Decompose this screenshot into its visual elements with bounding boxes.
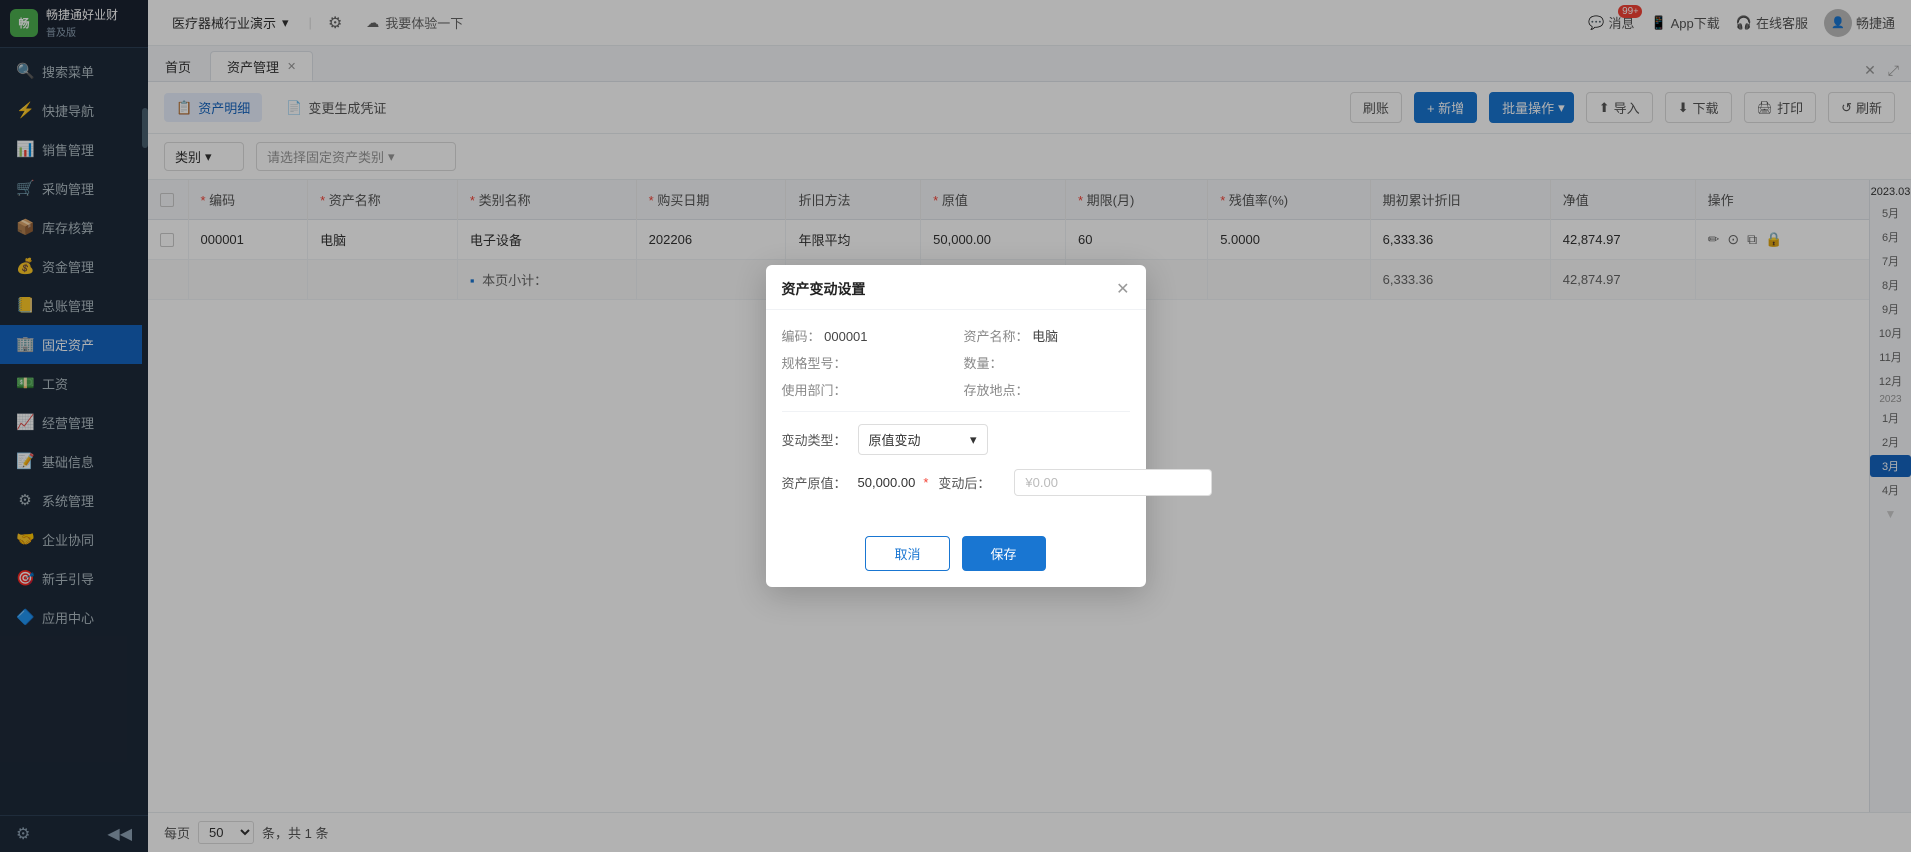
modal-asset-name-label: 资产名称： — [964, 329, 1029, 344]
modal-change-type-value: 原值变动 — [869, 430, 921, 449]
modal-spec-label: 规格型号： — [782, 356, 847, 371]
cancel-button[interactable]: 取消 — [865, 536, 949, 571]
modal-after-label: 变动后： — [938, 473, 1006, 492]
modal-after-input[interactable] — [1014, 469, 1212, 496]
modal-department-label: 使用部门： — [782, 383, 847, 398]
modal-overlay[interactable]: 资产变动设置 ✕ 编码： 000001 资产名称： 电脑 规格型号： — [148, 0, 1911, 852]
modal-department-item: 使用部门： — [782, 380, 948, 399]
modal-title: 资产变动设置 — [782, 279, 866, 299]
modal-change-type-select[interactable]: 原值变动 ▾ — [858, 424, 988, 455]
modal-change-type-chevron: ▾ — [970, 432, 977, 448]
modal-body: 编码： 000001 资产名称： 电脑 规格型号： 数量： — [766, 310, 1146, 526]
modal-close-icon[interactable]: ✕ — [1116, 279, 1129, 299]
modal-footer: 取消 保存 — [766, 526, 1146, 587]
modal-asset-value-label: 资产原值： — [782, 473, 850, 492]
main-content: 医疗器械行业演示 ▾ | ⚙ ☁ 我要体验一下 💬 消息 99+ 📱 App下载… — [148, 0, 1911, 852]
modal-location-label: 存放地点： — [964, 383, 1029, 398]
modal-asset-value: 50,000.00 — [858, 475, 916, 490]
modal-quantity-item: 数量： — [964, 353, 1130, 372]
modal-asset-name-value: 电脑 — [1032, 329, 1058, 344]
modal-asset-name-item: 资产名称： 电脑 — [964, 326, 1130, 345]
modal-header: 资产变动设置 ✕ — [766, 265, 1146, 310]
modal-code-item: 编码： 000001 — [782, 326, 948, 345]
modal-quantity-label: 数量： — [964, 356, 1003, 371]
modal-change-type-row: 变动类型： 原值变动 ▾ — [782, 424, 1130, 455]
modal-change-type-label: 变动类型： — [782, 430, 850, 449]
modal-asset-value-row: 资产原值： 50,000.00 * 变动后： — [782, 469, 1130, 496]
modal-info-grid: 编码： 000001 资产名称： 电脑 规格型号： 数量： — [782, 326, 1130, 399]
modal-code-value: 000001 — [824, 329, 867, 344]
asset-change-modal: 资产变动设置 ✕ 编码： 000001 资产名称： 电脑 规格型号： — [766, 265, 1146, 587]
modal-divider — [782, 411, 1130, 412]
modal-location-item: 存放地点： — [964, 380, 1130, 399]
save-button[interactable]: 保存 — [962, 536, 1046, 571]
modal-spec-item: 规格型号： — [782, 353, 948, 372]
required-star: * — [923, 475, 928, 490]
modal-after-group: * 变动后： — [923, 469, 1212, 496]
modal-code-label: 编码： — [782, 329, 821, 344]
